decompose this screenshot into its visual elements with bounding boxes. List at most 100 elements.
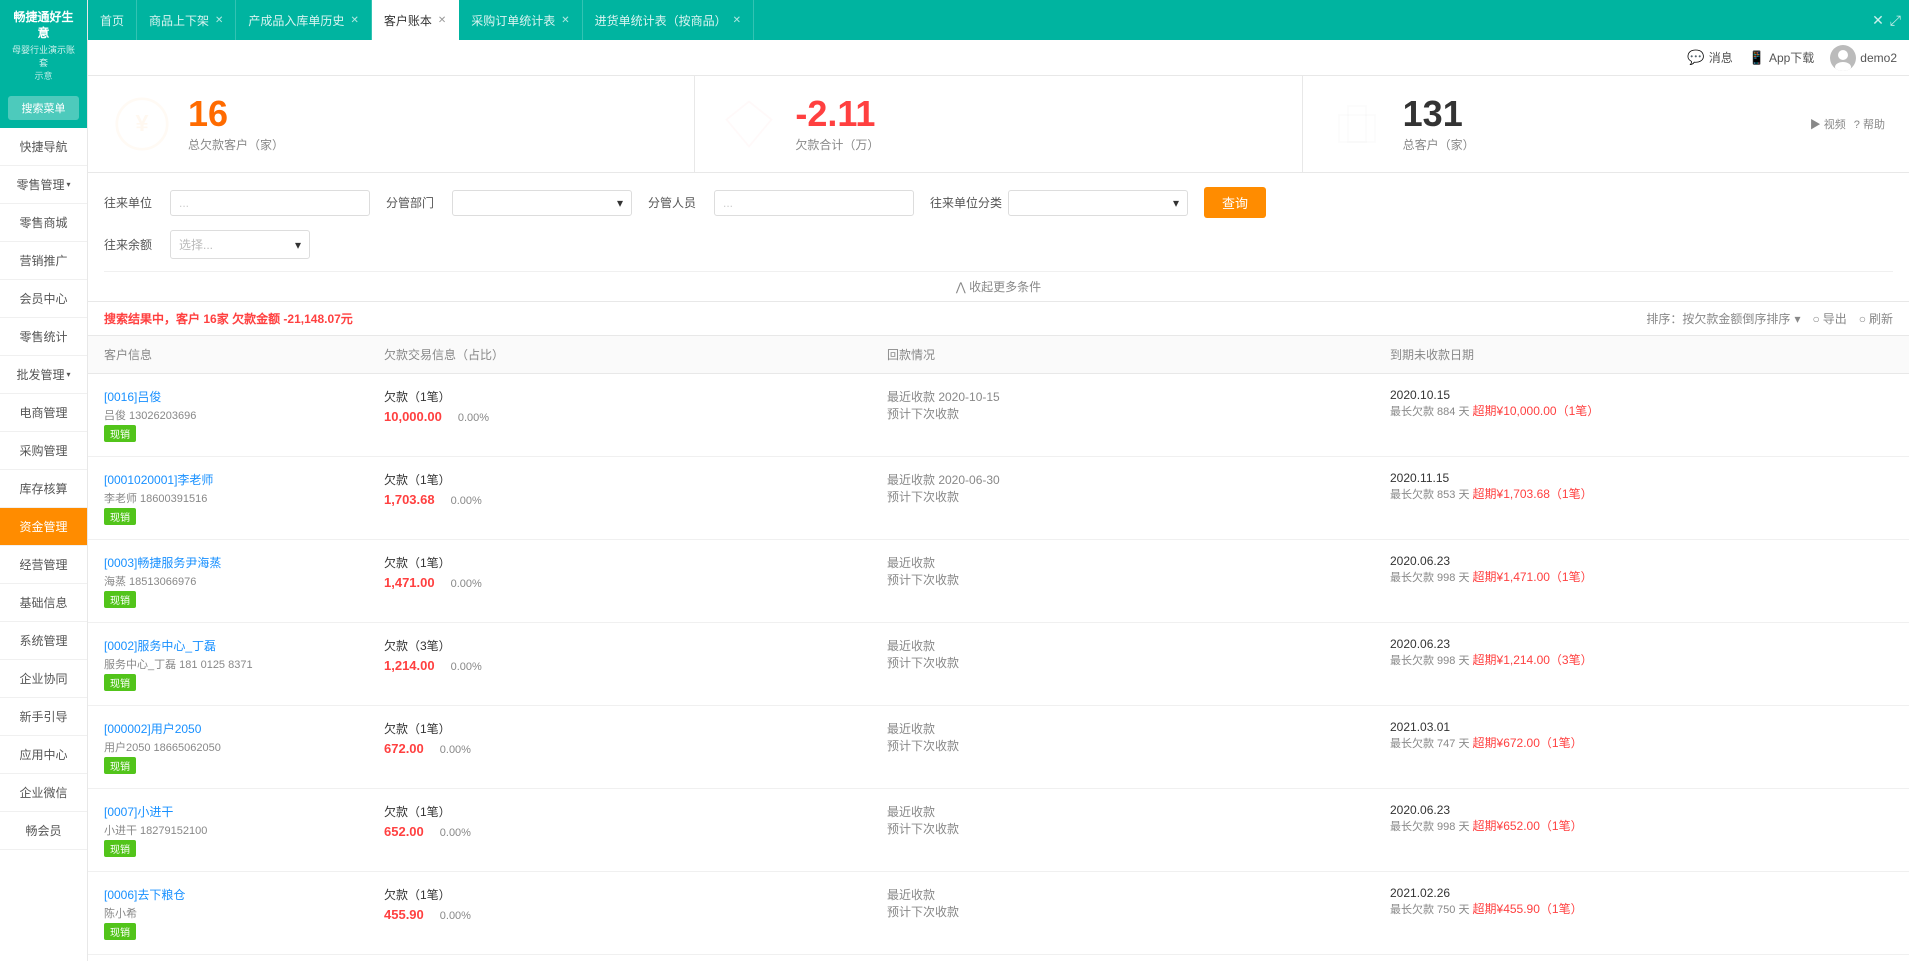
sidebar-item-apps[interactable]: 应用中心 [0, 736, 87, 774]
user-avatar-button[interactable]: demo2 [1830, 45, 1897, 71]
person-input[interactable]: ... [714, 190, 914, 216]
tab-close-icon[interactable]: ✕ [438, 15, 446, 26]
video-link[interactable]: ▶ 视频 [1810, 116, 1846, 132]
video-icon: ▶ [1810, 119, 1821, 131]
sidebar-item-inventory[interactable]: 库存核算 [0, 470, 87, 508]
tab-customer-account[interactable]: 客户账本 ✕ [372, 0, 459, 40]
sidebar-item-marketing[interactable]: 营销推广 [0, 242, 87, 280]
overdue-amount-label: 欠款合计（万） [795, 136, 1277, 153]
sidebar-item-retail-mall[interactable]: 零售商城 [0, 204, 87, 242]
overdue-amount-link[interactable]: 超期¥10,000.00（1笔） [1473, 404, 1600, 418]
sidebar-item-quicknav[interactable]: 快捷导航 [0, 128, 87, 166]
refresh-button[interactable]: ○ 刷新 [1859, 310, 1893, 327]
customer-name-link[interactable]: [0016]吕俊 [104, 390, 161, 404]
customer-name-link[interactable]: [0002]服务中心_丁磊 [104, 639, 216, 653]
customer-sub-info: 用户2050 18665062050 [104, 739, 384, 755]
debt-count: 欠款（1笔） [384, 886, 887, 903]
sidebar-item-member[interactable]: 会员中心 [0, 280, 87, 318]
filter-unit-class: 往来单位分类 ▾ [930, 190, 1188, 216]
help-link[interactable]: ? 帮助 [1854, 116, 1885, 132]
overdue-amount-link[interactable]: 超期¥672.00（1笔） [1473, 736, 1583, 750]
collection-cell: 最近收款 预计下次收款 [887, 720, 1390, 754]
tabs-container: 首页 商品上下架 ✕ 产成品入库单历史 ✕ 客户账本 ✕ 采购订单统计表 ✕ 进… [88, 0, 1864, 40]
customer-tag: 现销 [104, 757, 136, 774]
sidebar-item-retail-stats[interactable]: 零售统计 [0, 318, 87, 356]
debt-percent: 0.00% [451, 495, 482, 507]
customer-name-link[interactable]: [0007]小进干 [104, 805, 173, 819]
message-icon: 💬 [1687, 49, 1704, 66]
table-row: [0001020001]李老师 李老师 18600391516 现销 欠款（1笔… [88, 457, 1909, 540]
tab-home[interactable]: 首页 [88, 0, 137, 40]
sidebar-item-ecom[interactable]: 电商管理 [0, 394, 87, 432]
debt-amount: 10,000.00 [384, 409, 442, 424]
due-date: 2020.11.15 [1390, 471, 1893, 485]
tab-close-icon[interactable]: ✕ [561, 15, 569, 26]
sidebar-item-retail-mgmt[interactable]: 零售管理 ▾ [0, 166, 87, 204]
last-collect: 最近收款 [887, 803, 1390, 820]
tab-close-icon[interactable]: ✕ [733, 15, 741, 26]
tab-stock-stats[interactable]: 进货单统计表（按商品） ✕ [583, 0, 754, 40]
tab-purchase-stats[interactable]: 采购订单统计表 ✕ [459, 0, 582, 40]
customer-tag: 现销 [104, 923, 136, 940]
sidebar-item-basic[interactable]: 基础信息 [0, 584, 87, 622]
customer-name-link[interactable]: [0006]去下粮仓 [104, 888, 185, 902]
overdue-amount-link[interactable]: 超期¥1,471.00（1笔） [1473, 570, 1593, 584]
balance-select[interactable]: 选择... ▾ [170, 230, 310, 259]
dept-select[interactable]: ▾ [452, 190, 632, 216]
search-menu-button[interactable]: 搜索菜单 [8, 96, 79, 120]
table-row: [0016]吕俊 吕俊 13026203696 现销 欠款（1笔） 10,000… [88, 374, 1909, 457]
table-body: [0016]吕俊 吕俊 13026203696 现销 欠款（1笔） 10,000… [88, 374, 1909, 961]
customer-name-link[interactable]: [0001020001]李老师 [104, 473, 213, 487]
sidebar-item-capital[interactable]: 资金管理 [0, 508, 87, 546]
phone-icon: 📱 [1749, 50, 1765, 66]
tab-close-icon[interactable]: ✕ [215, 15, 223, 26]
sidebar-item-vip[interactable]: 畅会员 [0, 812, 87, 850]
last-collect: 最近收款 [887, 720, 1390, 737]
debt-cell: 欠款（1笔） 652.00 0.00% [384, 803, 887, 839]
debt-percent: 0.00% [451, 578, 482, 590]
col-header-debt: 欠款交易信息（占比） [384, 346, 887, 363]
sidebar-item-wechat[interactable]: 企业微信 [0, 774, 87, 812]
debt-count: 欠款（3笔） [384, 637, 887, 654]
app-download-button[interactable]: 📱 App下载 [1749, 49, 1815, 66]
filter-person: 分管人员 ... [648, 190, 914, 216]
message-button[interactable]: 💬 消息 [1687, 49, 1732, 66]
sidebar-item-business[interactable]: 经营管理 [0, 546, 87, 584]
customer-name-link[interactable]: [0003]畅捷服务尹海蒸 [104, 556, 221, 570]
sidebar-item-system[interactable]: 系统管理 [0, 622, 87, 660]
main-area: 首页 商品上下架 ✕ 产成品入库单历史 ✕ 客户账本 ✕ 采购订单统计表 ✕ 进… [88, 0, 1909, 961]
sidebar-item-newbie[interactable]: 新手引导 [0, 698, 87, 736]
export-button[interactable]: ○ 导出 [1812, 310, 1846, 327]
overdue-amount-link[interactable]: 超期¥1,703.68（1笔） [1473, 487, 1593, 501]
collapse-button[interactable]: ⋀ 收起更多条件 [104, 271, 1893, 301]
sidebar-item-corp[interactable]: 企业协同 [0, 660, 87, 698]
last-collect: 最近收款 2020-06-30 [887, 471, 1390, 488]
last-collect: 最近收款 [887, 637, 1390, 654]
next-collect: 预计下次收款 [887, 737, 1390, 754]
tab-product-on-off[interactable]: 商品上下架 ✕ [137, 0, 236, 40]
from-unit-input[interactable]: ... [170, 190, 370, 216]
stat-overdue-customers: ¥ 16 总欠款客户（家） [88, 76, 695, 172]
tab-close-icon[interactable]: ✕ [350, 15, 358, 26]
sidebar-item-purchase[interactable]: 采购管理 [0, 432, 87, 470]
customer-name-link[interactable]: [000002]用户2050 [104, 722, 201, 736]
close-window-button[interactable]: ✕ [1872, 12, 1884, 29]
chevron-down-icon: ▾ [67, 180, 71, 189]
app-sub: 母婴行业演示账套 [8, 43, 79, 69]
sort-selector[interactable]: 排序：按欠款金额倒序排序 ▾ [1646, 310, 1800, 327]
result-amount: -21,148.07元 [283, 312, 352, 326]
dept-label: 分管部门 [386, 194, 446, 211]
result-actions: 排序：按欠款金额倒序排序 ▾ ○ 导出 ○ 刷新 [1646, 310, 1893, 327]
unit-class-select[interactable]: ▾ [1008, 190, 1188, 216]
debt-amount: 1,214.00 [384, 658, 435, 673]
table-row: [000001]黄思源 黄思源 13552700226 现销 欠款（1笔） 42… [88, 955, 1909, 961]
duedate-cell: 2020.10.15 最长欠款 884 天 超期¥10,000.00（1笔） [1390, 388, 1893, 419]
overdue-amount-link[interactable]: 超期¥652.00（1笔） [1473, 819, 1583, 833]
query-button[interactable]: 查询 [1204, 187, 1266, 218]
tab-product-history[interactable]: 产成品入库单历史 ✕ [236, 0, 371, 40]
overdue-amount-link[interactable]: 超期¥1,214.00（3笔） [1473, 653, 1593, 667]
overdue-amount-link[interactable]: 超期¥455.90（1笔） [1473, 902, 1583, 916]
table-row: [0007]小进干 小进干 18279152100 现销 欠款（1笔） 652.… [88, 789, 1909, 872]
expand-window-button[interactable]: ⤢ [1890, 12, 1901, 29]
sidebar-item-batch-mgmt[interactable]: 批发管理 ▾ [0, 356, 87, 394]
